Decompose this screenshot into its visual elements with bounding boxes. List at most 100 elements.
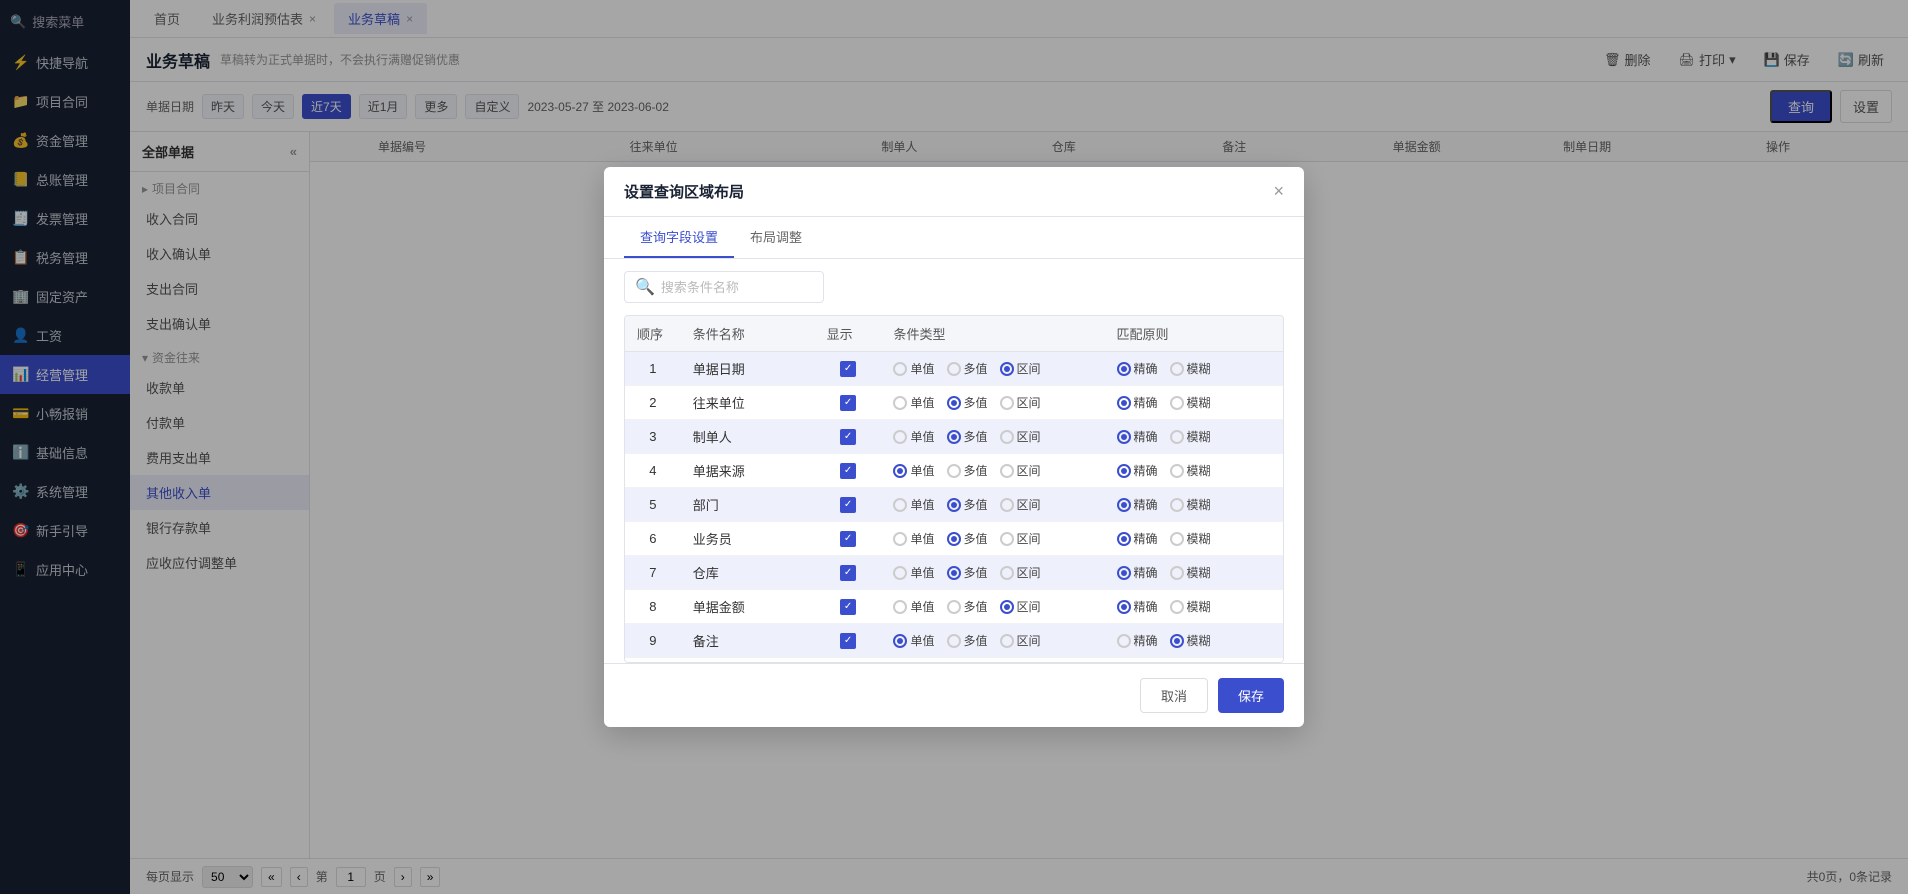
radio-match-precise[interactable]: 精确	[1117, 632, 1158, 649]
radio-multi[interactable]: 多值	[947, 428, 988, 445]
radio-circle-single	[893, 430, 907, 444]
radio-circle-match-precise	[1117, 464, 1131, 478]
row-show-cell[interactable]	[815, 556, 882, 590]
row-condition-name: 部门	[681, 488, 815, 522]
radio-circle-single	[893, 498, 907, 512]
modal-save-button[interactable]: 保存	[1218, 678, 1284, 713]
row-show-cell[interactable]	[815, 420, 882, 454]
show-checkbox[interactable]	[840, 463, 856, 479]
modal-search-input[interactable]	[661, 280, 821, 295]
row-show-cell[interactable]	[815, 590, 882, 624]
modal-backdrop: 设置查询区域布局 × 查询字段设置 布局调整 🔍	[0, 0, 1908, 894]
modal-tab-query-fields[interactable]: 查询字段设置	[624, 217, 734, 258]
modal-tab-layout[interactable]: 布局调整	[734, 217, 818, 258]
radio-single[interactable]: 单值	[893, 428, 934, 445]
radio-circle-range	[1000, 566, 1014, 580]
radio-match-fuzzy[interactable]: 模糊	[1170, 564, 1211, 581]
radio-range[interactable]: 区间	[1000, 462, 1041, 479]
radio-circle-match-precise	[1117, 634, 1131, 648]
radio-multi[interactable]: 多值	[947, 394, 988, 411]
row-condition-type: 单值多值区间	[881, 624, 1104, 658]
row-show-cell[interactable]	[815, 624, 882, 658]
cancel-button[interactable]: 取消	[1140, 678, 1208, 713]
radio-circle-range	[1000, 634, 1014, 648]
radio-range[interactable]: 区间	[1000, 530, 1041, 547]
radio-range[interactable]: 区间	[1000, 496, 1041, 513]
row-match-rule: 精确模糊	[1105, 488, 1283, 522]
row-show-cell[interactable]	[815, 352, 882, 386]
radio-circle-range	[1000, 498, 1014, 512]
row-show-cell[interactable]	[815, 454, 882, 488]
radio-multi[interactable]: 多值	[947, 496, 988, 513]
radio-match-fuzzy[interactable]: 模糊	[1170, 496, 1211, 513]
radio-multi[interactable]: 多值	[947, 564, 988, 581]
radio-circle-match-fuzzy	[1170, 430, 1184, 444]
radio-circle-range	[1000, 532, 1014, 546]
radio-match-fuzzy[interactable]: 模糊	[1170, 428, 1211, 445]
radio-circle-single	[893, 600, 907, 614]
radio-single[interactable]: 单值	[893, 632, 934, 649]
radio-match-fuzzy[interactable]: 模糊	[1170, 394, 1211, 411]
row-order: 4	[625, 454, 681, 488]
radio-match-precise[interactable]: 精确	[1117, 462, 1158, 479]
radio-circle-match-precise	[1117, 566, 1131, 580]
row-condition-type: 单值多值区间	[881, 386, 1104, 420]
row-condition-type: 单值多值区间	[881, 522, 1104, 556]
show-checkbox[interactable]	[840, 599, 856, 615]
modal-footer: 取消 保存	[604, 663, 1304, 727]
radio-range[interactable]: 区间	[1000, 598, 1041, 615]
radio-circle-multi	[947, 464, 961, 478]
show-checkbox[interactable]	[840, 531, 856, 547]
radio-single[interactable]: 单值	[893, 496, 934, 513]
radio-single[interactable]: 单值	[893, 530, 934, 547]
radio-multi[interactable]: 多值	[947, 360, 988, 377]
show-checkbox[interactable]	[840, 361, 856, 377]
radio-match-precise[interactable]: 精确	[1117, 360, 1158, 377]
radio-multi[interactable]: 多值	[947, 530, 988, 547]
modal-close-button[interactable]: ×	[1273, 181, 1284, 202]
row-condition-type: 单值多值区间	[881, 352, 1104, 386]
radio-circle-match-precise	[1117, 362, 1131, 376]
radio-match-precise[interactable]: 精确	[1117, 496, 1158, 513]
radio-circle-match-fuzzy	[1170, 634, 1184, 648]
radio-range[interactable]: 区间	[1000, 428, 1041, 445]
radio-range[interactable]: 区间	[1000, 632, 1041, 649]
row-show-cell[interactable]	[815, 522, 882, 556]
radio-match-fuzzy[interactable]: 模糊	[1170, 632, 1211, 649]
show-checkbox[interactable]	[840, 633, 856, 649]
radio-match-fuzzy[interactable]: 模糊	[1170, 360, 1211, 377]
radio-match-precise[interactable]: 精确	[1117, 598, 1158, 615]
row-match-rule: 精确模糊	[1105, 556, 1283, 590]
show-checkbox[interactable]	[840, 565, 856, 581]
radio-match-precise[interactable]: 精确	[1117, 428, 1158, 445]
table-row: 1单据日期单值多值区间精确模糊	[625, 352, 1283, 386]
radio-single[interactable]: 单值	[893, 564, 934, 581]
row-show-cell[interactable]	[815, 488, 882, 522]
radio-match-precise[interactable]: 精确	[1117, 530, 1158, 547]
row-show-cell[interactable]	[815, 386, 882, 420]
radio-match-fuzzy[interactable]: 模糊	[1170, 598, 1211, 615]
radio-circle-single	[893, 464, 907, 478]
radio-match-precise[interactable]: 精确	[1117, 394, 1158, 411]
radio-multi[interactable]: 多值	[947, 632, 988, 649]
radio-circle-multi	[947, 396, 961, 410]
table-row: 6业务员单值多值区间精确模糊	[625, 522, 1283, 556]
radio-range[interactable]: 区间	[1000, 360, 1041, 377]
show-checkbox[interactable]	[840, 497, 856, 513]
radio-multi[interactable]: 多值	[947, 598, 988, 615]
radio-single[interactable]: 单值	[893, 598, 934, 615]
row-match-rule: 精确模糊	[1105, 522, 1283, 556]
radio-single[interactable]: 单值	[893, 462, 934, 479]
radio-match-fuzzy[interactable]: 模糊	[1170, 530, 1211, 547]
radio-match-fuzzy[interactable]: 模糊	[1170, 462, 1211, 479]
radio-single[interactable]: 单值	[893, 360, 934, 377]
show-checkbox[interactable]	[840, 395, 856, 411]
show-checkbox[interactable]	[840, 429, 856, 445]
radio-match-precise[interactable]: 精确	[1117, 564, 1158, 581]
row-condition-type: 单值多值区间	[881, 420, 1104, 454]
radio-range[interactable]: 区间	[1000, 564, 1041, 581]
radio-range[interactable]: 区间	[1000, 394, 1041, 411]
radio-single[interactable]: 单值	[893, 394, 934, 411]
radio-multi[interactable]: 多值	[947, 462, 988, 479]
modal-dialog: 设置查询区域布局 × 查询字段设置 布局调整 🔍	[604, 167, 1304, 727]
